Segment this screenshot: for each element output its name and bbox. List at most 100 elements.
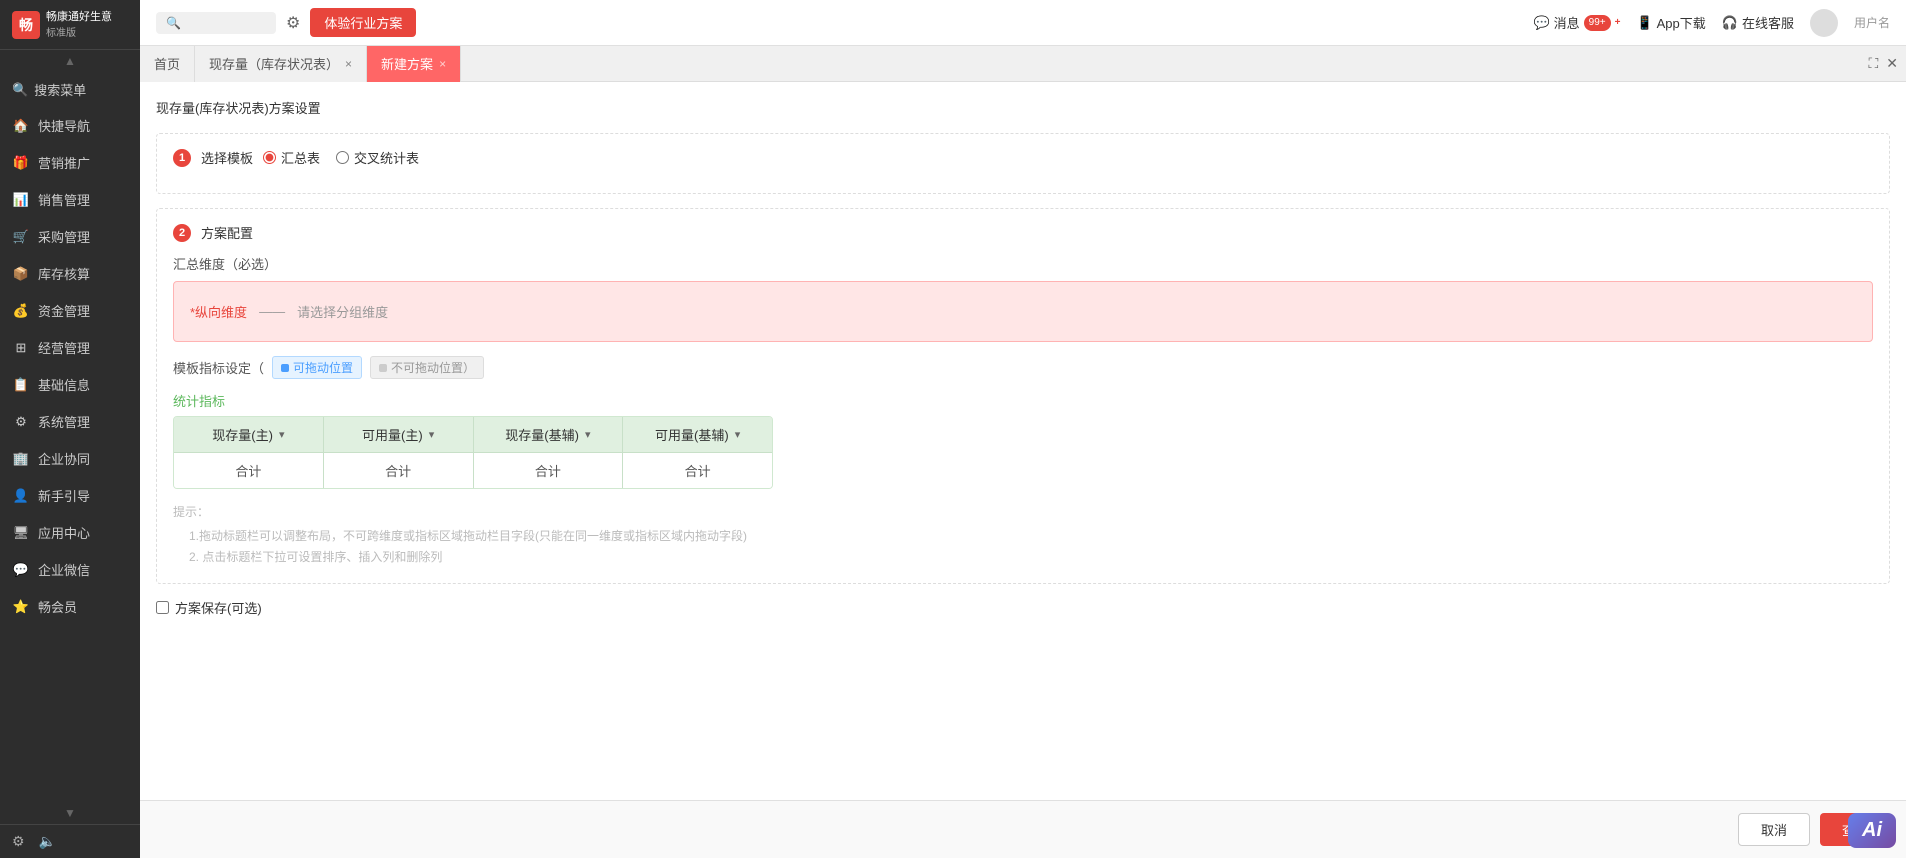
sidebar-item-inventory[interactable]: 📦 库存核算 [0, 255, 140, 292]
maximize-icon[interactable]: ⛶ [1868, 55, 1878, 72]
sidebar-item-wechat[interactable]: 💬 企业微信 [0, 551, 140, 588]
sidebar-item-basic-info[interactable]: 📋 基础信息 [0, 366, 140, 403]
app-download-button[interactable]: 📱 App下载 [1636, 13, 1705, 32]
sidebar-item-label: 快捷导航 [38, 116, 90, 135]
template-summary-option[interactable]: 汇总表 [263, 148, 320, 167]
box-icon: 📦 [12, 265, 30, 283]
stat-table-header: 现存量(主) ▾ 合计 可用量(主) ▾ [174, 417, 772, 488]
template-summary-label: 汇总表 [281, 148, 320, 167]
stat-col-3: 可用量(基辅) ▾ 合计 [623, 417, 772, 488]
indicator-label-text: 模板指标设定（ [173, 358, 264, 377]
stat-col-3-header[interactable]: 可用量(基辅) ▾ [623, 417, 772, 453]
sidebar-item-new-guide[interactable]: 👤 新手引导 [0, 477, 140, 514]
gear-icon[interactable]: ⚙ [12, 833, 25, 850]
sidebar-item-label: 应用中心 [38, 523, 90, 542]
sidebar-item-label: 新手引导 [38, 486, 90, 505]
tips-area: 提示： 1.拖动标题栏可以调整布局，不可跨维度或指标区域拖动栏目字段(只能在同一… [173, 502, 1873, 569]
sidebar-item-app-center[interactable]: 🖥 应用中心 [0, 514, 140, 551]
dimension-area[interactable]: *纵向维度 —— 请选择分组维度 [173, 281, 1873, 342]
save-label: 方案保存(可选) [175, 598, 262, 617]
tab-new-plan[interactable]: 新建方案 × [367, 46, 461, 82]
sidebar-item-system[interactable]: ⚙ 系统管理 [0, 403, 140, 440]
dimension-required-label: 汇总维度（必选） [173, 254, 1873, 273]
section1-header: 1 选择模板 汇总表 交叉统计表 [173, 148, 1873, 167]
tabs-actions: ⛶ ✕ [1860, 55, 1906, 72]
chevron-down-icon[interactable]: ▾ [279, 428, 285, 441]
sidebar-footer: ⚙ 🔈 [0, 824, 140, 858]
audio-icon[interactable]: 🔈 [39, 833, 56, 850]
cancel-button[interactable]: 取消 [1738, 813, 1810, 846]
template-options: 汇总表 交叉统计表 [263, 148, 419, 167]
stat-col-0-body: 合计 [174, 453, 323, 488]
stat-col-0-value: 合计 [235, 461, 261, 480]
trial-button[interactable]: 体验行业方案 [310, 8, 416, 37]
sidebar-item-finance[interactable]: 💰 资金管理 [0, 292, 140, 329]
settings-button[interactable]: ⚙ [286, 13, 300, 33]
message-icon: 💬 [1533, 15, 1549, 31]
sidebar-item-label: 企业微信 [38, 560, 90, 579]
sidebar-item-label: 库存核算 [38, 264, 90, 283]
sidebar-scroll-up[interactable]: ▲ [0, 50, 140, 72]
dimension-placeholder: 请选择分组维度 [297, 302, 388, 321]
sidebar-item-purchase[interactable]: 🛒 采购管理 [0, 218, 140, 255]
user-icon: 👤 [12, 487, 30, 505]
tab-inventory-close[interactable]: × [345, 57, 352, 71]
non-draggable-badge: 不可拖动位置） [370, 356, 484, 379]
section2-number: 2 [173, 224, 191, 242]
sidebar-item-marketing[interactable]: 🎁 营销推广 [0, 144, 140, 181]
main-area: 🔍 ⚙ 体验行业方案 💬 消息 99+ + 📱 App下载 🎧 在线客服 用户 [140, 0, 1906, 858]
tab-inventory-label: 现存量（库存状况表） [209, 54, 339, 73]
app-name-label: 畅康通好生意 [46, 10, 112, 24]
template-cross-radio[interactable] [336, 151, 349, 164]
sidebar-item-sales[interactable]: 📊 销售管理 [0, 181, 140, 218]
sidebar-item-label: 营销推广 [38, 153, 90, 172]
save-checkbox[interactable] [156, 601, 169, 614]
tip-2: 2. 点击标题栏下拉可设置排序、插入列和删除列 [173, 547, 1873, 569]
page-content: 现存量(库存状况表)方案设置 1 选择模板 汇总表 交叉统计表 [140, 82, 1906, 800]
sidebar-item-quick-nav[interactable]: 🏠 快捷导航 [0, 107, 140, 144]
stat-col-3-value: 合计 [685, 461, 711, 480]
tab-inventory[interactable]: 现存量（库存状况表） × [195, 46, 367, 82]
stat-col-3-body: 合计 [623, 453, 772, 488]
sidebar-search[interactable]: 🔍 搜索菜单 [0, 72, 140, 107]
tabs-bar: 首页 现存量（库存状况表） × 新建方案 × ⛶ ✕ [140, 46, 1906, 82]
tab-new-plan-label: 新建方案 [381, 54, 433, 73]
service-icon: 🎧 [1722, 15, 1738, 31]
stat-col-1-header-label: 可用量(主) [362, 425, 423, 444]
topbar: 🔍 ⚙ 体验行业方案 💬 消息 99+ + 📱 App下载 🎧 在线客服 用户 [140, 0, 1906, 46]
chevron-down-icon[interactable]: ▾ [585, 428, 591, 441]
stat-col-0-header[interactable]: 现存量(主) ▾ [174, 417, 323, 453]
sidebar-item-member[interactable]: ⭐ 畅会员 [0, 588, 140, 625]
tips-title: 提示： [173, 502, 1873, 524]
close-window-icon[interactable]: ✕ [1886, 55, 1898, 72]
tab-new-plan-close[interactable]: × [439, 57, 446, 71]
template-cross-option[interactable]: 交叉统计表 [336, 148, 419, 167]
chevron-down-icon[interactable]: ▾ [429, 428, 435, 441]
home-icon: 🏠 [12, 117, 30, 135]
section-plan-config: 2 方案配置 汇总维度（必选） *纵向维度 —— 请选择分组维度 模板指标设定（… [156, 208, 1890, 584]
tab-home[interactable]: 首页 [140, 46, 195, 82]
sidebar-item-operations[interactable]: ⊞ 经营管理 [0, 329, 140, 366]
stat-col-2-body: 合计 [474, 453, 623, 488]
ai-badge[interactable]: Ai [1848, 813, 1896, 848]
section2-header: 2 方案配置 [173, 223, 1873, 242]
topbar-search-box[interactable]: 🔍 [156, 12, 276, 34]
stat-col-0-header-label: 现存量(主) [212, 425, 273, 444]
avatar[interactable] [1810, 9, 1838, 37]
sidebar-item-label: 销售管理 [38, 190, 90, 209]
chevron-down-icon[interactable]: ▾ [735, 428, 741, 441]
draggable-dot [281, 364, 289, 372]
stat-col-2-header[interactable]: 现存量(基辅) ▾ [474, 417, 623, 453]
sidebar-scroll-down[interactable]: ▼ [0, 802, 140, 824]
stat-col-1-header[interactable]: 可用量(主) ▾ [324, 417, 473, 453]
sidebar-item-enterprise[interactable]: 🏢 企业协同 [0, 440, 140, 477]
message-button[interactable]: 💬 消息 99+ + [1533, 13, 1620, 32]
chart-icon: 📊 [12, 191, 30, 209]
stat-col-1-body: 合计 [324, 453, 473, 488]
app-logo-icon: 畅 [12, 11, 40, 39]
vertical-dimension-label: *纵向维度 [190, 302, 247, 321]
sidebar-item-label: 系统管理 [38, 412, 90, 431]
online-service-button[interactable]: 🎧 在线客服 [1722, 13, 1794, 32]
template-summary-radio[interactable] [263, 151, 276, 164]
sidebar-item-label: 基础信息 [38, 375, 90, 394]
